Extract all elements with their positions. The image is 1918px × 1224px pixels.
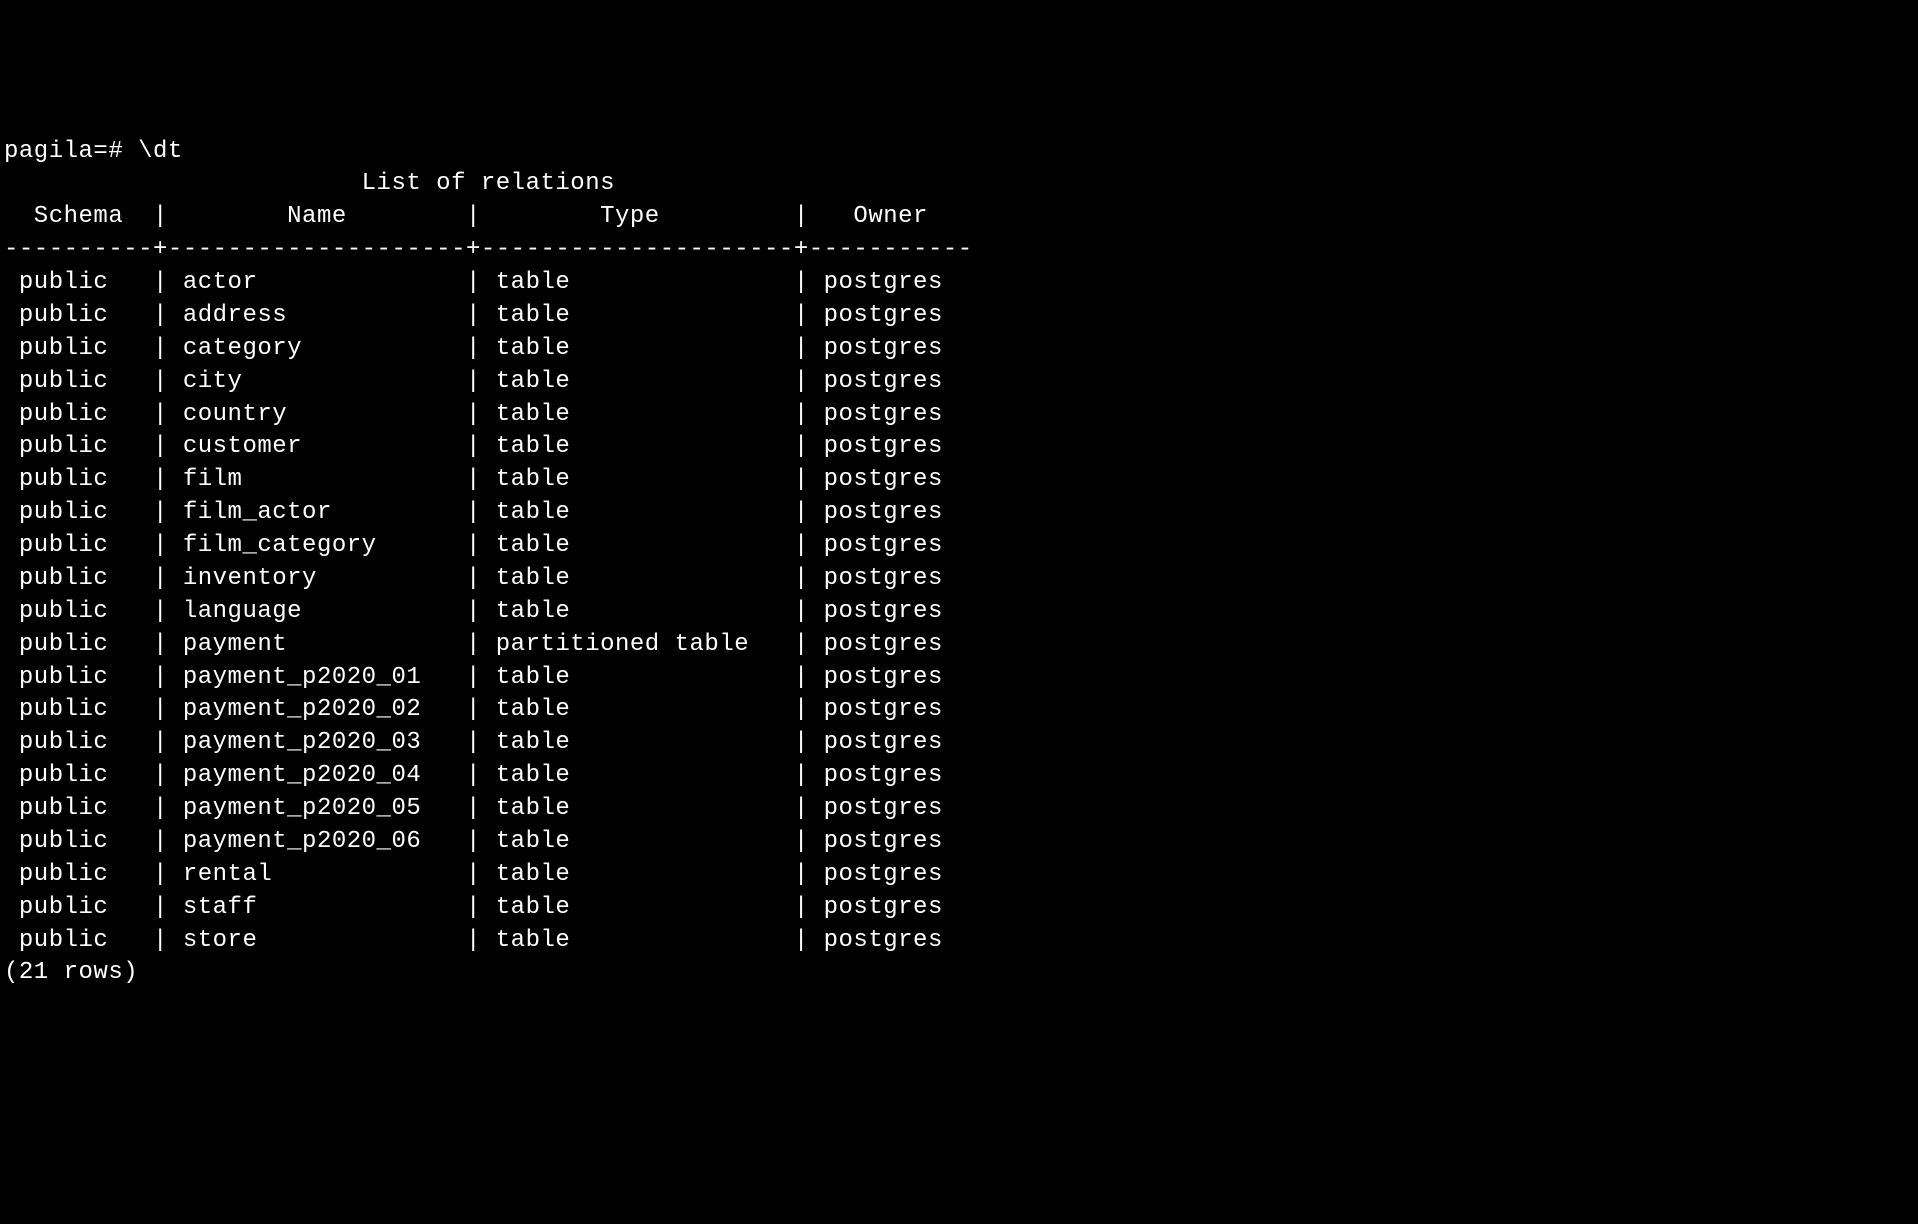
psql-prompt: pagila=# — [4, 138, 138, 165]
row-count: (21 rows) — [4, 959, 138, 986]
table-divider: ----------+--------------------+--------… — [4, 236, 973, 263]
table-body: public | actor | table | postgres public… — [4, 269, 943, 954]
psql-command: \dt — [138, 138, 183, 165]
table-header: Schema | Name | Type | Owner — [4, 203, 973, 230]
terminal-output[interactable]: pagila=# \dt List of relations Schema | … — [4, 136, 1914, 991]
table-title: List of relations — [4, 170, 973, 197]
